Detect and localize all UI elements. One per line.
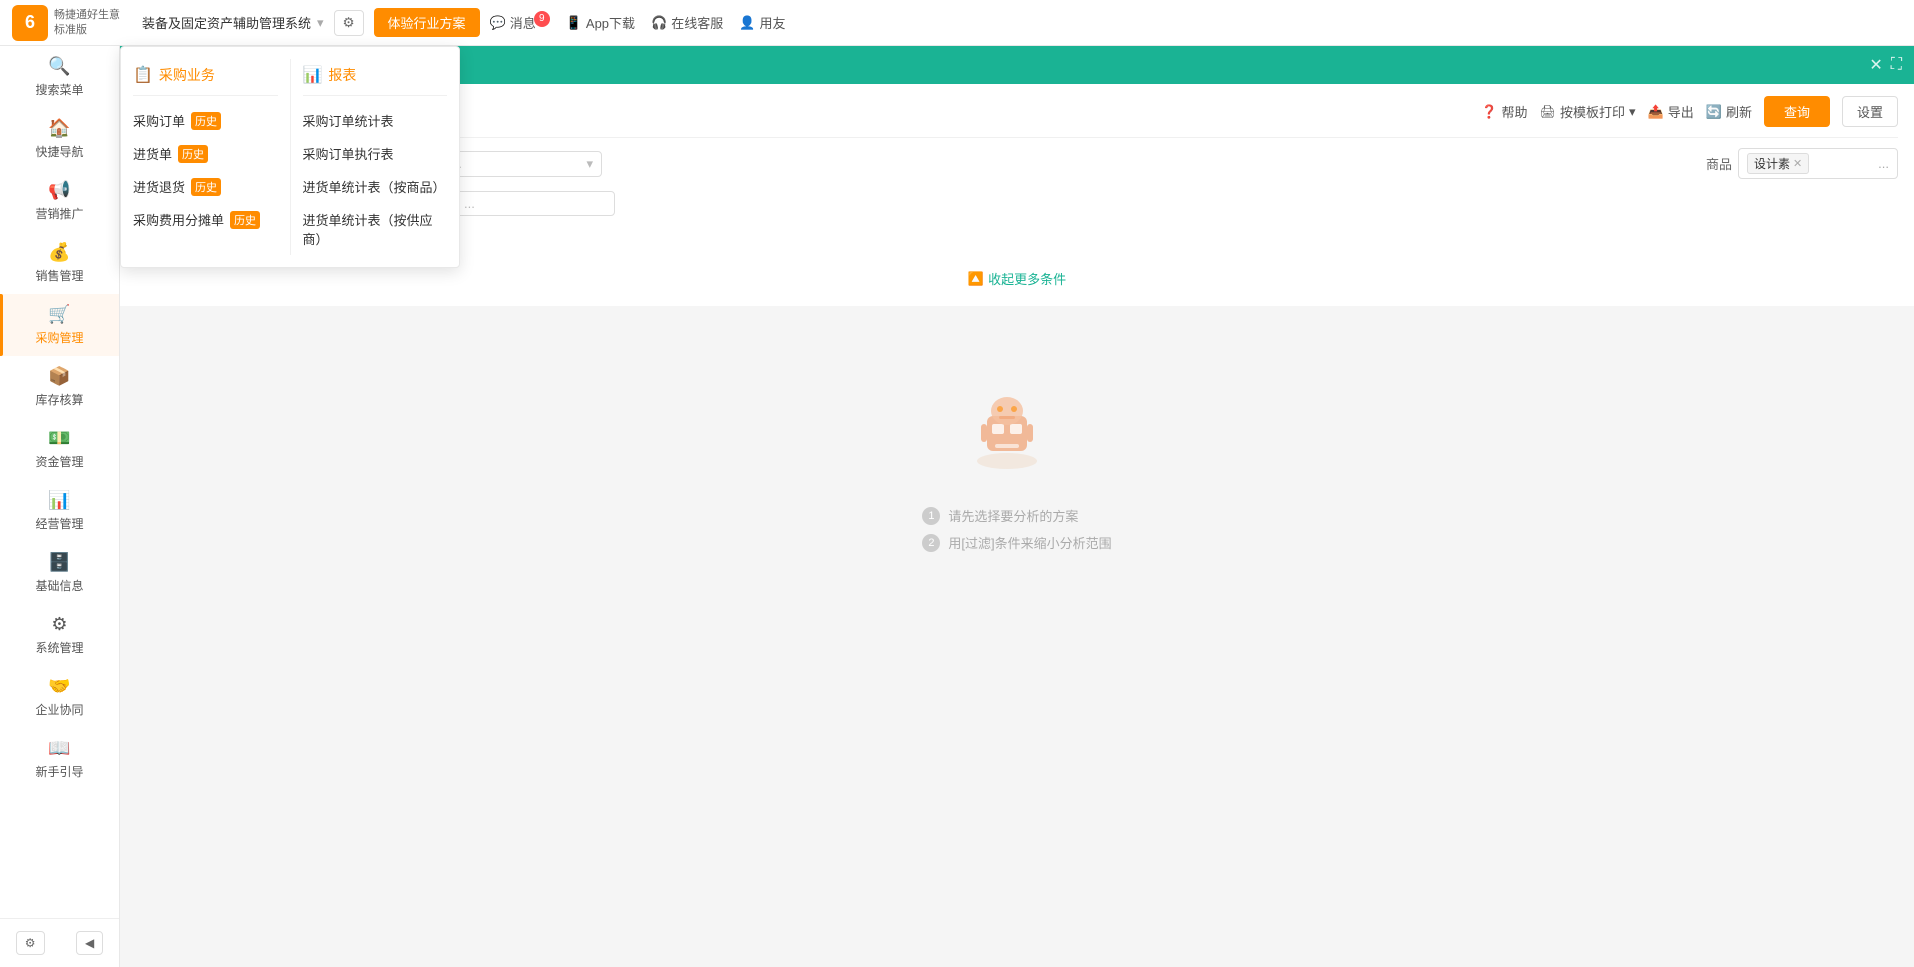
sidebar-item-system[interactable]: ⚙ 系统管理 <box>0 604 119 666</box>
help-btn[interactable]: ❓ 帮助 <box>1481 102 1527 121</box>
cooperation-icon: 🤝 <box>48 676 70 697</box>
dropdown-item-expense[interactable]: 采购费用分摊单 历史 <box>133 203 278 236</box>
message-icon: 💬 <box>490 15 506 31</box>
tip-num-2: 2 <box>922 534 940 552</box>
dropdown-col-purchase-title: 📋 采购业务 <box>133 59 278 96</box>
history-badge-3: 历史 <box>230 211 260 229</box>
dropdown-item-inbound-stats-goods[interactable]: 进货单统计表（按商品） <box>303 170 448 203</box>
user-icon: 👤 <box>739 15 755 31</box>
top-bar: 6 畅捷通好生意 标准版 装备及固定资产辅助管理系统 ▾ ⚙ 体验行业方案 💬 … <box>0 0 1914 46</box>
settings-button[interactable]: ⚙ <box>334 10 364 36</box>
goods-label: 商品 <box>1706 154 1732 173</box>
empty-tips: 1 请先选择要分析的方案 2 用[过滤]条件来缩小分析范围 <box>922 506 1111 552</box>
system-icon: ⚙ <box>51 614 67 635</box>
refresh-btn[interactable]: 🔄 刷新 <box>1706 102 1752 121</box>
goods-tag-close[interactable]: ✕ <box>1793 157 1802 170</box>
collapse-up-icon: 🔼 <box>968 271 984 287</box>
sidebar-item-finance[interactable]: 💵 资金管理 <box>0 418 119 480</box>
active-indicator <box>0 294 3 356</box>
title-dropdown-arrow[interactable]: ▾ <box>317 15 324 31</box>
sales-icon: 💰 <box>48 242 70 263</box>
headset-icon: 🎧 <box>651 15 667 31</box>
empty-state: 1 请先选择要分析的方案 2 用[过滤]条件来缩小分析范围 <box>120 306 1914 632</box>
finance-icon: 💵 <box>48 428 70 449</box>
refresh-icon: 🔄 <box>1706 104 1722 120</box>
empty-tip-2: 2 用[过滤]条件来缩小分析范围 <box>922 533 1111 552</box>
status-input[interactable]: ... ▾ <box>442 151 602 177</box>
logo-text: 畅捷通好生意 标准版 <box>54 8 120 37</box>
dropdown-col-report-title: 📊 报表 <box>303 59 448 96</box>
user-button[interactable]: 👤 用友 <box>739 13 785 32</box>
print-btn[interactable]: 🖨 按模板打印 ▾ <box>1540 102 1636 121</box>
print-icon: 🖨 <box>1540 104 1557 120</box>
empty-icon <box>957 386 1077 486</box>
expand-btn[interactable]: ⛶ <box>1891 55 1902 75</box>
system-title: 装备及固定资产辅助管理系统 ▾ <box>142 13 324 32</box>
dropdown-col-report: 📊 报表 采购订单统计表 采购订单执行表 进货单统计表（按商品） 进货单统计表（… <box>291 59 460 255</box>
dropdown-item-order-exec[interactable]: 采购订单执行表 <box>303 137 448 170</box>
close-all-btn[interactable]: ✕ <box>1869 55 1882 75</box>
purchase-icon: 🛒 <box>48 304 70 325</box>
database-icon: 🗄️ <box>48 552 70 573</box>
dropdown-item-order-stats[interactable]: 采购订单统计表 <box>303 104 448 137</box>
tab-bar-actions: ✕ ⛶ <box>1869 55 1914 75</box>
help-icon: ❓ <box>1481 104 1497 120</box>
history-badge-1: 历史 <box>178 145 208 163</box>
phone-icon: 📱 <box>566 15 582 31</box>
search-icon: 🔍 <box>48 56 70 77</box>
sidebar-collapse-btn[interactable]: ◀ <box>76 931 103 955</box>
goods-more-btn[interactable]: ... <box>1878 156 1889 171</box>
top-right-actions: 💬 消息 9 📱 App下载 🎧 在线客服 👤 用友 <box>490 13 786 32</box>
sidebar-item-basic-info[interactable]: 🗄️ 基础信息 <box>0 542 119 604</box>
settings-filter-btn[interactable]: 设置 <box>1842 96 1898 127</box>
sidebar-item-cooperation[interactable]: 🤝 企业协同 <box>0 666 119 728</box>
sidebar-item-marketing[interactable]: 📢 营销推广 <box>0 170 119 232</box>
dropdown-item-return[interactable]: 进货退货 历史 <box>133 170 278 203</box>
sidebar-item-search[interactable]: 🔍 搜索菜单 <box>0 46 119 108</box>
export-icon: 📤 <box>1648 104 1664 120</box>
industry-button[interactable]: 体验行业方案 <box>374 8 480 37</box>
sidebar: 🔍 搜索菜单 🏠 快捷导航 📢 营销推广 💰 销售管理 🛒 采购管理 📦 库存核… <box>0 46 120 967</box>
dropdown-menu: 📋 采购业务 采购订单 历史 进货单 历史 进货退货 历史 采购费用分摊单 历史 <box>120 46 460 268</box>
empty-tip-1: 1 请先选择要分析的方案 <box>922 506 1111 525</box>
message-badge: 9 <box>534 11 550 27</box>
sidebar-bottom: ⚙ ◀ <box>0 918 119 967</box>
salesman-input[interactable]: ... <box>455 191 615 216</box>
goods-input[interactable]: 设计素 ✕ ... <box>1738 148 1898 179</box>
history-badge-2: 历史 <box>191 178 221 196</box>
marketing-icon: 📢 <box>48 180 70 201</box>
dropdown-item-inbound[interactable]: 进货单 历史 <box>133 137 278 170</box>
dropdown-item-inbound-stats-supplier[interactable]: 进货单统计表（按供应商） <box>303 203 448 255</box>
goods-tag: 设计素 ✕ <box>1747 153 1809 174</box>
purchase-col-icon: 📋 <box>133 65 153 85</box>
message-button[interactable]: 💬 消息 9 <box>490 13 550 32</box>
status-dropdown-arrow: ▾ <box>587 156 594 172</box>
sidebar-item-guide[interactable]: 📖 新手引导 <box>0 728 119 790</box>
sidebar-item-purchase[interactable]: 🛒 采购管理 <box>0 294 119 356</box>
guide-icon: 📖 <box>48 738 70 759</box>
sidebar-item-sales[interactable]: 💰 销售管理 <box>0 232 119 294</box>
dropdown-item-purchase-order[interactable]: 采购订单 历史 <box>133 104 278 137</box>
goods-filter: 商品 设计素 ✕ ... <box>1706 148 1898 179</box>
report-col-icon: 📊 <box>303 65 323 85</box>
query-btn[interactable]: 查询 <box>1764 96 1830 127</box>
empty-robot-svg <box>957 386 1057 476</box>
home-icon: 🏠 <box>48 118 70 139</box>
sidebar-item-inventory[interactable]: 📦 库存核算 <box>0 356 119 418</box>
tip-num-1: 1 <box>922 507 940 525</box>
sidebar-item-operation[interactable]: 📊 经营管理 <box>0 480 119 542</box>
dropdown-col-purchase: 📋 采购业务 采购订单 历史 进货单 历史 进货退货 历史 采购费用分摊单 历史 <box>121 59 290 255</box>
print-dropdown-icon: ▾ <box>1629 104 1636 120</box>
sidebar-settings-btn[interactable]: ⚙ <box>16 931 45 955</box>
logo-area: 6 畅捷通好生意 标准版 <box>12 5 132 41</box>
purchase-dropdown: 📋 采购业务 采购订单 历史 进货单 历史 进货退货 历史 采购费用分摊单 历史 <box>120 46 460 268</box>
operation-icon: 📊 <box>48 490 70 511</box>
online-service-button[interactable]: 🎧 在线客服 <box>651 13 723 32</box>
app-download-button[interactable]: 📱 App下载 <box>566 13 635 32</box>
logo-icon: 6 <box>12 5 48 41</box>
history-badge-0: 历史 <box>191 112 221 130</box>
sidebar-item-nav[interactable]: 🏠 快捷导航 <box>0 108 119 170</box>
inventory-icon: 📦 <box>48 366 70 387</box>
export-btn[interactable]: 📤 导出 <box>1648 102 1694 121</box>
